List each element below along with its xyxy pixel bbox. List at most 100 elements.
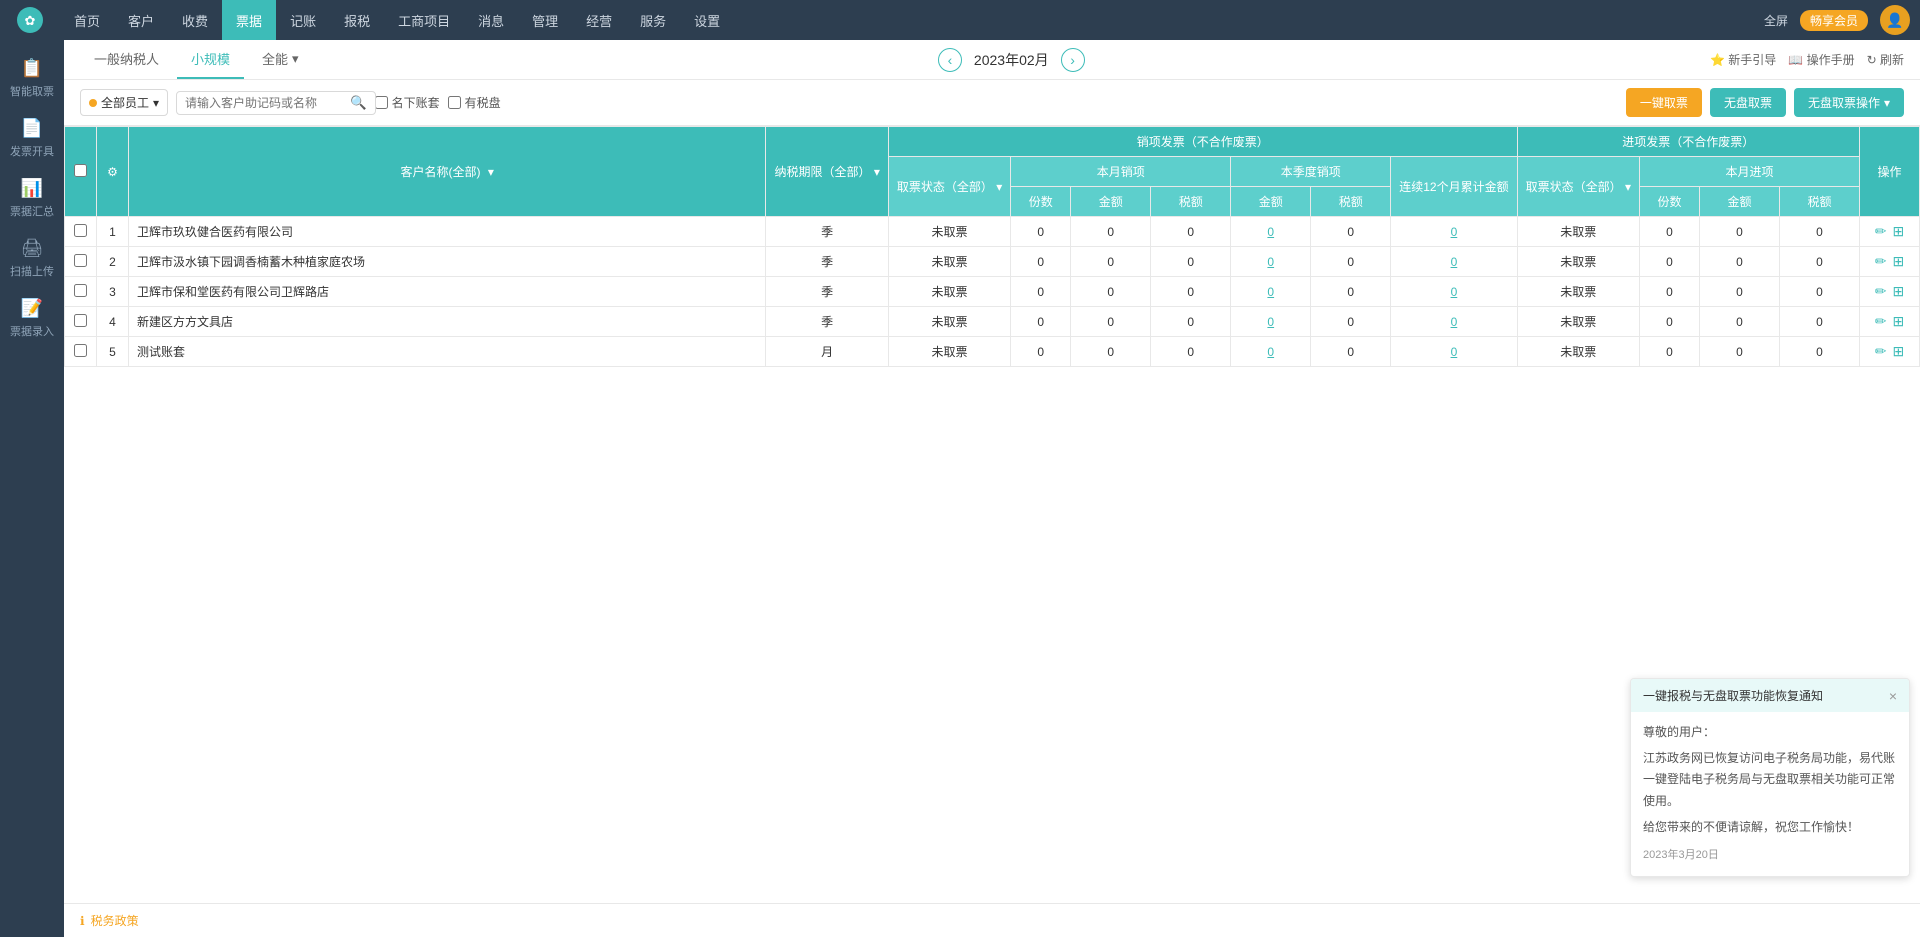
sales-12m-header: 连续12个月累计金额 [1391, 157, 1517, 217]
next-period-button[interactable]: › [1061, 48, 1085, 72]
row-sales-status-4: 未取票 [888, 337, 1010, 367]
row-sales-12m-1: 0 [1391, 247, 1517, 277]
sidebar-item-issue-invoice[interactable]: 📄 发票开具 [4, 110, 60, 166]
tax-period-filter-icon[interactable]: ▾ [874, 165, 880, 179]
row-checkbox-4[interactable] [65, 337, 97, 367]
edit-icon-4[interactable]: ✏ [1875, 343, 1887, 360]
account-checkbox[interactable] [375, 96, 388, 109]
guide-link[interactable]: ⭐ 新手引导 [1710, 51, 1776, 68]
bottom-bar: ℹ 税务政策 [64, 903, 1920, 937]
no-disk-ticket-button[interactable]: 无盘取票 [1710, 88, 1786, 117]
notification-popup: 一键报税与无盘取票功能恢复通知 × 尊敬的用户： 江苏政务网已恢复访问电子税务局… [1630, 678, 1910, 877]
row-name-1: 卫辉市汲水镇下园调香楠蓄木种植家庭农场 [129, 247, 766, 277]
tab-general-taxpayer[interactable]: 一般纳税人 [80, 41, 173, 79]
prev-period-button[interactable]: ‹ [938, 48, 962, 72]
employee-select[interactable]: 全部员工 ▾ [80, 89, 168, 116]
sidebar-item-scan-upload[interactable]: 🖨 扫描上传 [4, 230, 60, 286]
tax-disk-checkbox[interactable] [448, 96, 461, 109]
nav-home[interactable]: 首页 [60, 0, 114, 40]
nav-service[interactable]: 服务 [626, 0, 680, 40]
tax-disk-filter[interactable]: 有税盘 [448, 94, 501, 111]
more-icon-1[interactable]: ⊞ [1893, 253, 1905, 270]
search-input[interactable] [176, 91, 376, 115]
nav-business-ops[interactable]: 经营 [572, 0, 626, 40]
purchase-group-header: 进项发票（不合作废票） [1517, 127, 1859, 157]
row-purchase-status-4: 未取票 [1517, 337, 1639, 367]
invoice-entry-icon: 📝 [21, 298, 43, 319]
tax-period-header: 纳税期限（全部） ▾ [766, 127, 888, 217]
nav-accounting[interactable]: 记账 [276, 0, 330, 40]
tab-all-in-one[interactable]: 全能 ▾ [248, 41, 313, 79]
row-sales-month-tax-4: 0 [1151, 337, 1231, 367]
edit-icon-3[interactable]: ✏ [1875, 313, 1887, 330]
nav-settings[interactable]: 设置 [680, 0, 734, 40]
tab-small-scale[interactable]: 小规模 [177, 41, 244, 79]
sales-status-filter-icon[interactable]: ▾ [996, 180, 1002, 194]
row-sales-status-3: 未取票 [888, 307, 1010, 337]
row-sales-month-count-4: 0 [1011, 337, 1071, 367]
manual-link[interactable]: 📖 操作手册 [1788, 51, 1854, 68]
svg-text:✿: ✿ [25, 13, 36, 28]
nav-invoices[interactable]: 票据 [222, 0, 276, 40]
member-button[interactable]: 畅享会员 [1800, 10, 1868, 31]
nav-business[interactable]: 工商项目 [384, 0, 464, 40]
nav-tax[interactable]: 报税 [330, 0, 384, 40]
more-icon-0[interactable]: ⊞ [1893, 223, 1905, 240]
avatar[interactable]: 👤 [1880, 5, 1910, 35]
one-key-ticket-button[interactable]: 一键取票 [1626, 88, 1702, 117]
sales-cancel-status-header: 取票状态（全部） ▾ [888, 157, 1010, 217]
more-icon-3[interactable]: ⊞ [1893, 313, 1905, 330]
edit-icon-2[interactable]: ✏ [1875, 283, 1887, 300]
refresh-link[interactable]: ↻ 刷新 [1867, 51, 1904, 68]
select-all-checkbox[interactable] [74, 164, 87, 177]
more-icon-2[interactable]: ⊞ [1893, 283, 1905, 300]
filter-icon[interactable]: ▾ [488, 165, 494, 179]
row-checkbox-3[interactable] [65, 307, 97, 337]
toolbar-right: 一键取票 无盘取票 无盘取票操作 ▾ [1626, 88, 1904, 117]
row-tax-period-3: 季 [766, 307, 888, 337]
notification-close-button[interactable]: × [1889, 688, 1897, 704]
row-sales-12m-3: 0 [1391, 307, 1517, 337]
row-actions-0: ✏ ⊞ [1860, 217, 1920, 247]
edit-icon-1[interactable]: ✏ [1875, 253, 1887, 270]
row-checkbox-0[interactable] [65, 217, 97, 247]
chevron-down-icon: ▾ [292, 51, 299, 67]
row-actions-1: ✏ ⊞ [1860, 247, 1920, 277]
search-button[interactable]: 🔍 [350, 95, 367, 111]
sidebar-item-invoice-summary[interactable]: 📊 票据汇总 [4, 170, 60, 226]
row-checkbox-1[interactable] [65, 247, 97, 277]
select-all-header [65, 127, 97, 217]
invoice-summary-icon: 📊 [21, 178, 43, 199]
row-sales-12m-0: 0 [1391, 217, 1517, 247]
settings-header: ⚙ [97, 127, 129, 217]
more-icon-4[interactable]: ⊞ [1893, 343, 1905, 360]
account-filter[interactable]: 名下账套 [375, 94, 440, 111]
sales-month-tax-header: 税额 [1151, 187, 1231, 217]
sidebar-item-smart-ticket[interactable]: 📋 智能取票 [4, 50, 60, 106]
search-container: 🔍 [176, 91, 367, 115]
client-name-header: 客户名称(全部) ▾ [129, 127, 766, 217]
row-checkbox-2[interactable] [65, 277, 97, 307]
nav-clients[interactable]: 客户 [114, 0, 168, 40]
table-row: 2 卫辉市汲水镇下园调香楠蓄木种植家庭农场 季 未取票 0 0 0 0 0 0 … [65, 247, 1920, 277]
gear-icon[interactable]: ⚙ [107, 165, 118, 179]
nav-billing[interactable]: 收费 [168, 0, 222, 40]
tax-policy-link[interactable]: 税务政策 [91, 912, 139, 929]
tax-policy-icon: ℹ [80, 914, 85, 928]
row-purchase-month-count-0: 0 [1640, 217, 1700, 247]
no-disk-ops-button[interactable]: 无盘取票操作 ▾ [1794, 88, 1904, 117]
nav-manage[interactable]: 管理 [518, 0, 572, 40]
row-sales-12m-2: 0 [1391, 277, 1517, 307]
row-sales-quarter-tax-4: 0 [1311, 337, 1391, 367]
row-purchase-month-amount-0: 0 [1700, 217, 1780, 247]
purchase-status-filter-icon[interactable]: ▾ [1625, 180, 1631, 194]
edit-icon-0[interactable]: ✏ [1875, 223, 1887, 240]
nav-message[interactable]: 消息 [464, 0, 518, 40]
row-purchase-month-tax-4: 0 [1780, 337, 1860, 367]
sales-group-header: 销项发票（不合作废票） [888, 127, 1517, 157]
invoice-table: ⚙ 客户名称(全部) ▾ 纳税期限（全部） ▾ 销项发票（不合作废票） 进项发票… [64, 126, 1920, 367]
fullscreen-btn[interactable]: 全屏 [1764, 12, 1788, 29]
sidebar-item-invoice-entry[interactable]: 📝 票据录入 [4, 290, 60, 346]
tab-bar-right: ⭐ 新手引导 📖 操作手册 ↻ 刷新 [1710, 51, 1904, 68]
issue-invoice-icon: 📄 [21, 118, 43, 139]
